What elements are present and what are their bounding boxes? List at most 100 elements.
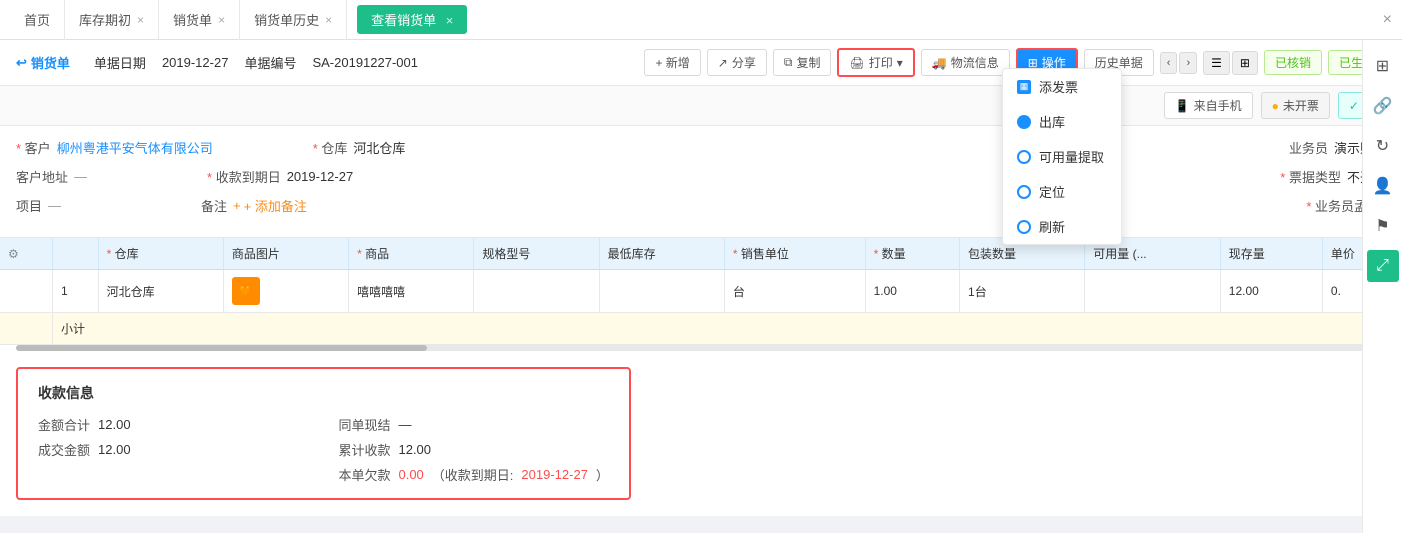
locate-icon bbox=[1017, 185, 1031, 199]
from-phone-button[interactable]: 📱 来自手机 bbox=[1164, 92, 1253, 119]
settings-icon[interactable]: ⚙ bbox=[8, 247, 19, 261]
tab-close-icon[interactable]: × bbox=[446, 13, 454, 28]
tab-view-sales[interactable]: 查看销货单 × bbox=[357, 5, 467, 34]
customer-value[interactable]: 柳州粤港平安气体有限公司 bbox=[57, 138, 213, 157]
print-label: 打印 bbox=[869, 54, 893, 71]
plus-icon: + bbox=[233, 198, 241, 213]
transaction-value: 12.00 bbox=[98, 442, 131, 457]
add-invoice-label: 添发票 bbox=[1039, 77, 1078, 96]
dropdown-available-extract[interactable]: 可用量提取 bbox=[1003, 139, 1121, 174]
col-spec: 规格型号 bbox=[474, 238, 599, 270]
add-invoice-icon: ▦ bbox=[1017, 80, 1031, 94]
cell-unit: 台 bbox=[724, 270, 865, 313]
outstanding-row: 本单欠款 0.00 （收款到期日: 2019-12-27 ） bbox=[338, 465, 608, 484]
form-row-2: 客户地址 — 收款到期日 2019-12-27 票据类型 不开票 bbox=[16, 167, 1386, 186]
tab-sales-history[interactable]: 销货单历史 × bbox=[240, 0, 347, 40]
subtotal-row: 小计 bbox=[0, 313, 1402, 345]
warehouse-label: 仓库 bbox=[313, 138, 348, 157]
ship-out-icon bbox=[1017, 115, 1031, 129]
tab-home[interactable]: 首页 bbox=[10, 0, 65, 40]
col-quantity: * 数量 bbox=[865, 238, 959, 270]
sidebar-rotate-icon[interactable]: ↻ bbox=[1367, 130, 1399, 162]
sidebar-grid-icon[interactable]: ⊞ bbox=[1367, 50, 1399, 82]
col-settings[interactable]: ⚙ bbox=[0, 238, 53, 270]
copy-label: 复制 bbox=[796, 54, 820, 71]
sold-badge[interactable]: 已核销 bbox=[1264, 50, 1322, 75]
next-button[interactable]: › bbox=[1179, 52, 1197, 74]
logistics-button[interactable]: 🚚 物流信息 bbox=[921, 49, 1010, 76]
sidebar-flag-icon[interactable]: ⚑ bbox=[1367, 210, 1399, 242]
note-field: 备注 + + 添加备注 bbox=[201, 196, 307, 215]
refresh-label: 刷新 bbox=[1039, 217, 1065, 236]
address-label: 客户地址 bbox=[16, 167, 68, 186]
outstanding-date: 2019-12-27 bbox=[521, 467, 588, 482]
add-note-button[interactable]: + + 添加备注 bbox=[233, 196, 307, 215]
customer-field: 客户 柳州粤港平安气体有限公司 bbox=[16, 138, 213, 157]
not-open-button[interactable]: ● 未开票 bbox=[1261, 92, 1330, 119]
right-sidebar: ⊞ 🔗 ↻ 👤 ⚑ ⤢ bbox=[1362, 40, 1402, 533]
cell-product: 嘻嘻嘻嘻 bbox=[349, 270, 474, 313]
dropdown-add-invoice[interactable]: ▦ 添发票 bbox=[1003, 69, 1121, 104]
sidebar-user-icon[interactable]: 👤 bbox=[1367, 170, 1399, 202]
due-date-label: 收款到期日 bbox=[207, 167, 281, 186]
cumulative-value: 12.00 bbox=[398, 442, 431, 457]
logistics-icon: 🚚 bbox=[932, 56, 947, 70]
tab-close-icon[interactable]: × bbox=[325, 13, 332, 27]
share-button[interactable]: ↗ 分享 bbox=[707, 49, 767, 76]
tab-close-icon[interactable]: × bbox=[218, 13, 225, 27]
add-note-label: + 添加备注 bbox=[244, 196, 307, 215]
cell-settings bbox=[0, 270, 53, 313]
outstanding-label: 本单欠款 bbox=[338, 465, 390, 484]
cell-product-img: 🧡 bbox=[223, 270, 348, 313]
operations-dropdown: ▦ 添发票 出库 可用量提取 定位 刷新 bbox=[1002, 68, 1122, 245]
copy-button[interactable]: ⧉ 复制 bbox=[773, 49, 832, 76]
dropdown-ship-out[interactable]: 出库 bbox=[1003, 104, 1121, 139]
customer-label: 客户 bbox=[16, 138, 51, 157]
phone-icon: 📱 bbox=[1175, 99, 1190, 113]
outstanding-suffix: ） bbox=[596, 465, 609, 484]
tab-close-icon[interactable]: × bbox=[137, 13, 144, 27]
sub-toolbar: 📱 来自手机 ● 未开票 ✓ 已 bbox=[0, 86, 1402, 126]
sidebar-expand-icon[interactable]: ⤢ bbox=[1367, 250, 1399, 282]
logistics-label: 物流信息 bbox=[951, 54, 999, 71]
tab-inventory-init[interactable]: 库存期初 × bbox=[65, 0, 159, 40]
total-label: 金额合计 bbox=[38, 415, 90, 434]
list-view-button[interactable]: ☰ bbox=[1203, 51, 1230, 75]
not-open-label: 未开票 bbox=[1283, 97, 1319, 114]
table-row: 1 河北仓库 🧡 嘻嘻嘻嘻 台 1.00 1台 12.00 0. bbox=[0, 270, 1402, 313]
col-unit: * 销售单位 bbox=[724, 238, 865, 270]
print-button[interactable]: 🖨 打印 ▾ bbox=[837, 48, 914, 77]
transaction-row: 成交金额 12.00 bbox=[38, 440, 308, 459]
tab-sales-order[interactable]: 销货单 × bbox=[159, 0, 240, 40]
payment-wrapper: 收款信息 金额合计 12.00 同单现结 — 成交金额 12.00 累计收款 1… bbox=[0, 351, 1402, 516]
total-row: 金额合计 12.00 bbox=[38, 415, 308, 434]
doc-type-label: 销货单 bbox=[31, 53, 70, 72]
doc-type-title: ↩ 销货单 bbox=[16, 53, 70, 72]
doc-meta: 单据日期 2019-12-27 单据编号 SA-20191227-001 bbox=[94, 53, 418, 72]
from-phone-label: 来自手机 bbox=[1194, 97, 1242, 114]
dropdown-refresh[interactable]: 刷新 bbox=[1003, 209, 1121, 244]
project-label: 项目 bbox=[16, 196, 42, 215]
col-current-stock: 现存量 bbox=[1220, 238, 1322, 270]
prev-button[interactable]: ‹ bbox=[1160, 52, 1178, 74]
cell-spec bbox=[474, 270, 599, 313]
window-close-button[interactable]: × bbox=[1383, 11, 1392, 29]
cumulative-row: 累计收款 12.00 bbox=[338, 440, 608, 459]
new-button[interactable]: + 新增 bbox=[644, 49, 700, 76]
dropdown-locate[interactable]: 定位 bbox=[1003, 174, 1121, 209]
due-date-value: 2019-12-27 bbox=[287, 169, 354, 184]
ticket-label: 票据类型 bbox=[1280, 167, 1341, 186]
product-table-wrapper: ⚙ * 仓库 商品图片 * 商品 规格型号 最低库存 * 销售单位 * 数量 包… bbox=[0, 237, 1402, 345]
cell-pack-qty: 1台 bbox=[960, 270, 1085, 313]
doc-number-label: 单据编号 bbox=[244, 53, 296, 72]
cell-min-stock bbox=[599, 270, 724, 313]
sidebar-link-icon[interactable]: 🔗 bbox=[1367, 90, 1399, 122]
staff-label: 业务员 bbox=[1289, 138, 1328, 157]
view-toggle: ☰ ⊞ bbox=[1203, 51, 1258, 75]
doc-header: ↩ 销货单 单据日期 2019-12-27 单据编号 SA-20191227-0… bbox=[0, 40, 1402, 86]
total-value: 12.00 bbox=[98, 417, 131, 432]
grid-view-button[interactable]: ⊞ bbox=[1232, 51, 1258, 75]
doc-number-value: SA-20191227-001 bbox=[312, 55, 418, 70]
cell-warehouse: 河北仓库 bbox=[98, 270, 223, 313]
address-field: 客户地址 — bbox=[16, 167, 87, 186]
